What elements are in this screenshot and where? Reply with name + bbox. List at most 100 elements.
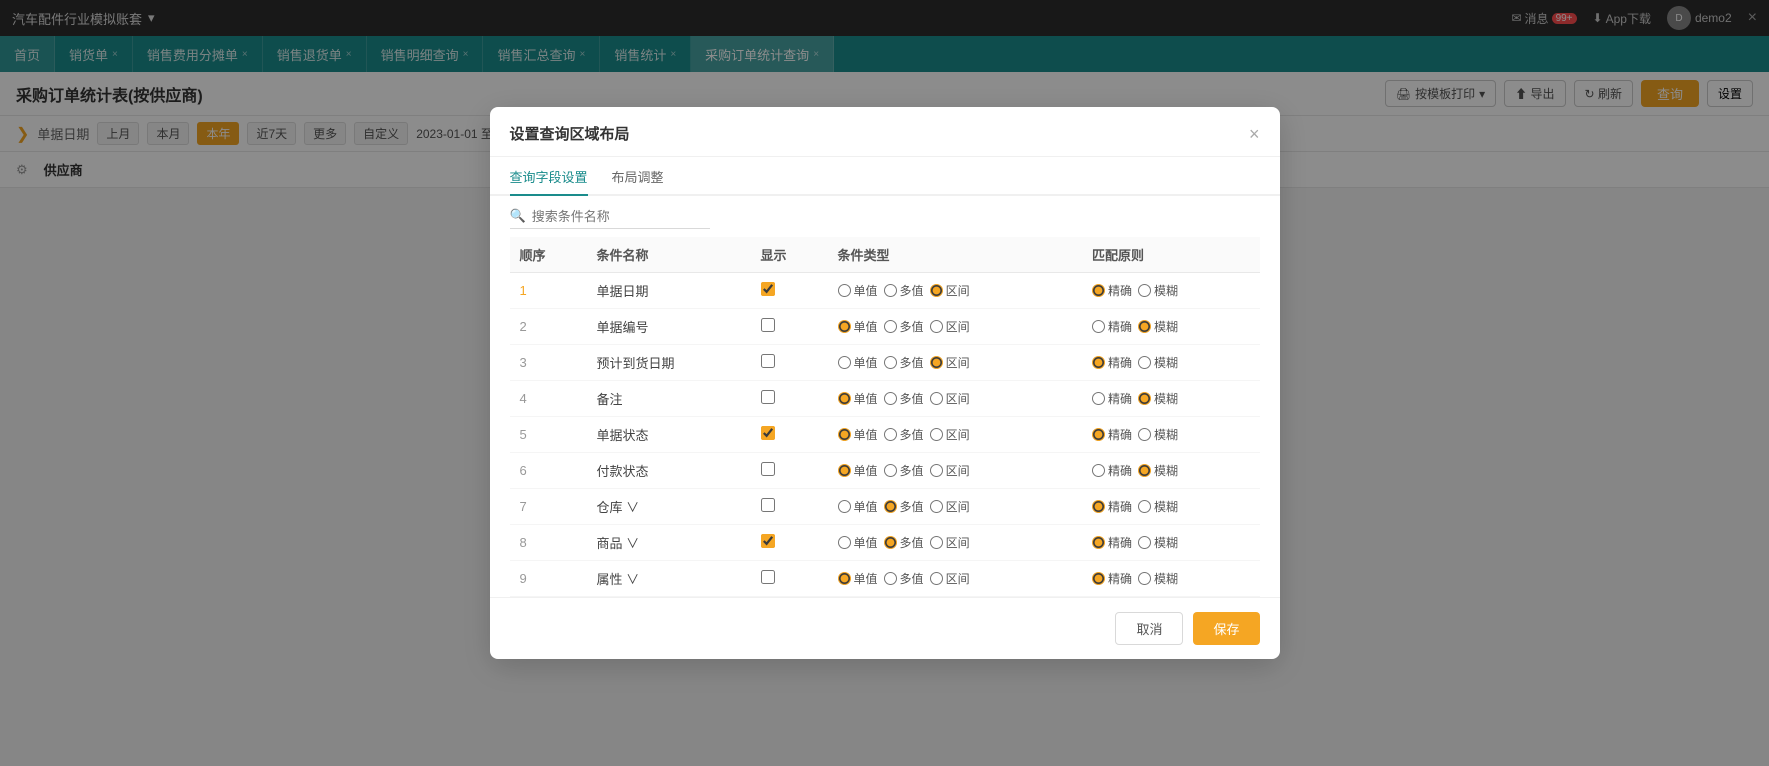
radio-match-精确[interactable]: 精确 xyxy=(1092,534,1132,551)
radio-type-单值[interactable]: 单值 xyxy=(838,498,878,515)
row-match-cell: 精确模糊 xyxy=(1082,453,1260,489)
display-checkbox[interactable] xyxy=(761,534,775,548)
radio-match-精确[interactable]: 精确 xyxy=(1092,390,1132,407)
tab-query-fields[interactable]: 查询字段设置 xyxy=(510,157,588,196)
dialog-title: 设置查询区域布局 xyxy=(510,123,630,144)
radio-type-单值[interactable]: 单值 xyxy=(838,354,878,371)
radio-type-区间[interactable]: 区间 xyxy=(930,498,970,515)
radio-type-单值[interactable]: 单值 xyxy=(838,534,878,551)
radio-match-精确[interactable]: 精确 xyxy=(1092,570,1132,587)
radio-type-多值[interactable]: 多值 xyxy=(884,462,924,479)
radio-match-精确[interactable]: 精确 xyxy=(1092,498,1132,515)
dialog-table-wrap: 顺序 条件名称 显示 条件类型 匹配原则 1单据日期单值多值区间精确模糊2单据编… xyxy=(490,237,1280,597)
search-input-wrap: 🔍 xyxy=(510,208,710,229)
display-checkbox[interactable] xyxy=(761,318,775,332)
radio-type-多值[interactable]: 多值 xyxy=(884,570,924,587)
table-row: 6付款状态单值多值区间精确模糊 xyxy=(510,453,1260,489)
row-order: 2 xyxy=(510,309,587,345)
row-match-cell: 精确模糊 xyxy=(1082,381,1260,417)
radio-type-单值[interactable]: 单值 xyxy=(838,570,878,587)
row-name: 属性 ∨ xyxy=(587,561,751,597)
dialog-search-area: 🔍 xyxy=(490,196,1280,237)
radio-match-精确[interactable]: 精确 xyxy=(1092,282,1132,299)
display-checkbox[interactable] xyxy=(761,390,775,404)
row-type-cell: 单值多值区间 xyxy=(828,561,1082,597)
row-type-cell: 单值多值区间 xyxy=(828,489,1082,525)
display-checkbox[interactable] xyxy=(761,282,775,296)
radio-match-模糊[interactable]: 模糊 xyxy=(1138,426,1178,443)
row-match-cell: 精确模糊 xyxy=(1082,309,1260,345)
table-row: 2单据编号单值多值区间精确模糊 xyxy=(510,309,1260,345)
radio-match-精确[interactable]: 精确 xyxy=(1092,426,1132,443)
display-checkbox[interactable] xyxy=(761,570,775,584)
row-display-checkbox-cell xyxy=(751,525,828,561)
radio-match-模糊[interactable]: 模糊 xyxy=(1138,282,1178,299)
table-row: 3预计到货日期 单值多值区间 精确模糊 xyxy=(510,345,1260,381)
radio-match-精确[interactable]: 精确 xyxy=(1092,354,1132,371)
row-match-cell: 精确模糊 xyxy=(1082,273,1260,309)
display-checkbox[interactable] xyxy=(761,426,775,440)
radio-type-多值[interactable]: 多值 xyxy=(884,390,924,407)
radio-type-区间[interactable]: 区间 xyxy=(930,426,970,443)
radio-match-模糊[interactable]: 模糊 xyxy=(1138,318,1178,335)
radio-type-区间[interactable]: 区间 xyxy=(930,570,970,587)
radio-type-区间[interactable]: 区间 xyxy=(930,462,970,479)
row-match-cell: 精确模糊 xyxy=(1082,489,1260,525)
radio-type-多值[interactable]: 多值 xyxy=(884,534,924,551)
radio-type-多值[interactable]: 多值 xyxy=(884,426,924,443)
row-name: 预计到货日期 xyxy=(587,345,751,381)
radio-type-单值[interactable]: 单值 xyxy=(838,282,878,299)
radio-match-模糊[interactable]: 模糊 xyxy=(1138,534,1178,551)
table-row: 7仓库 ∨单值多值区间精确模糊 xyxy=(510,489,1260,525)
radio-type-单值[interactable]: 单值 xyxy=(838,390,878,407)
row-display-checkbox-cell xyxy=(751,417,828,453)
display-checkbox[interactable] xyxy=(761,498,775,512)
radio-type-区间[interactable]: 区间 xyxy=(930,354,970,371)
radio-match-模糊[interactable]: 模糊 xyxy=(1138,462,1178,479)
row-match-cell: 精确模糊 xyxy=(1082,345,1260,381)
row-type-cell: 单值多值区间 xyxy=(828,273,1082,309)
row-order: 5 xyxy=(510,417,587,453)
radio-type-多值[interactable]: 多值 xyxy=(884,498,924,515)
radio-match-精确[interactable]: 精确 xyxy=(1092,318,1132,335)
radio-match-模糊[interactable]: 模糊 xyxy=(1138,498,1178,515)
radio-type-单值[interactable]: 单值 xyxy=(838,462,878,479)
radio-match-模糊[interactable]: 模糊 xyxy=(1138,390,1178,407)
settings-dialog: 设置查询区域布局 × 查询字段设置 布局调整 🔍 顺序 xyxy=(490,107,1280,659)
radio-type-多值[interactable]: 多值 xyxy=(884,318,924,335)
table-header-row: 顺序 条件名称 显示 条件类型 匹配原则 xyxy=(510,237,1260,273)
row-order: 1 xyxy=(510,273,587,309)
row-display-checkbox-cell xyxy=(751,309,828,345)
display-checkbox[interactable] xyxy=(761,462,775,476)
row-order: 6 xyxy=(510,453,587,489)
row-display-checkbox-cell xyxy=(751,489,828,525)
radio-match-模糊[interactable]: 模糊 xyxy=(1138,570,1178,587)
radio-match-模糊[interactable]: 模糊 xyxy=(1138,354,1178,371)
dialog-header: 设置查询区域布局 × xyxy=(490,107,1280,157)
display-checkbox[interactable] xyxy=(761,354,775,368)
row-name: 单据状态 xyxy=(587,417,751,453)
radio-type-区间[interactable]: 区间 xyxy=(930,318,970,335)
row-type-cell: 单值多值区间 xyxy=(828,525,1082,561)
radio-type-多值[interactable]: 多值 xyxy=(884,282,924,299)
tab-layout-adjust[interactable]: 布局调整 xyxy=(612,157,664,196)
radio-type-单值[interactable]: 单值 xyxy=(838,318,878,335)
row-match-cell: 精确模糊 xyxy=(1082,525,1260,561)
row-type-cell: 单值多值区间 xyxy=(828,309,1082,345)
radio-type-多值[interactable]: 多值 xyxy=(884,354,924,371)
row-type-cell: 单值多值区间 xyxy=(828,417,1082,453)
dialog-footer: 取消 保存 xyxy=(490,597,1280,659)
search-input[interactable] xyxy=(532,209,692,224)
row-order: 3 xyxy=(510,345,587,381)
save-button[interactable]: 保存 xyxy=(1193,612,1259,645)
radio-type-区间[interactable]: 区间 xyxy=(930,390,970,407)
cancel-button[interactable]: 取消 xyxy=(1115,612,1183,645)
radio-type-单值[interactable]: 单值 xyxy=(838,426,878,443)
radio-match-精确[interactable]: 精确 xyxy=(1092,462,1132,479)
th-display: 显示 xyxy=(751,237,828,273)
dialog-close-button[interactable]: × xyxy=(1249,125,1260,143)
row-display-checkbox-cell xyxy=(751,381,828,417)
row-display-checkbox-cell xyxy=(751,453,828,489)
radio-type-区间[interactable]: 区间 xyxy=(930,534,970,551)
radio-type-区间[interactable]: 区间 xyxy=(930,282,970,299)
